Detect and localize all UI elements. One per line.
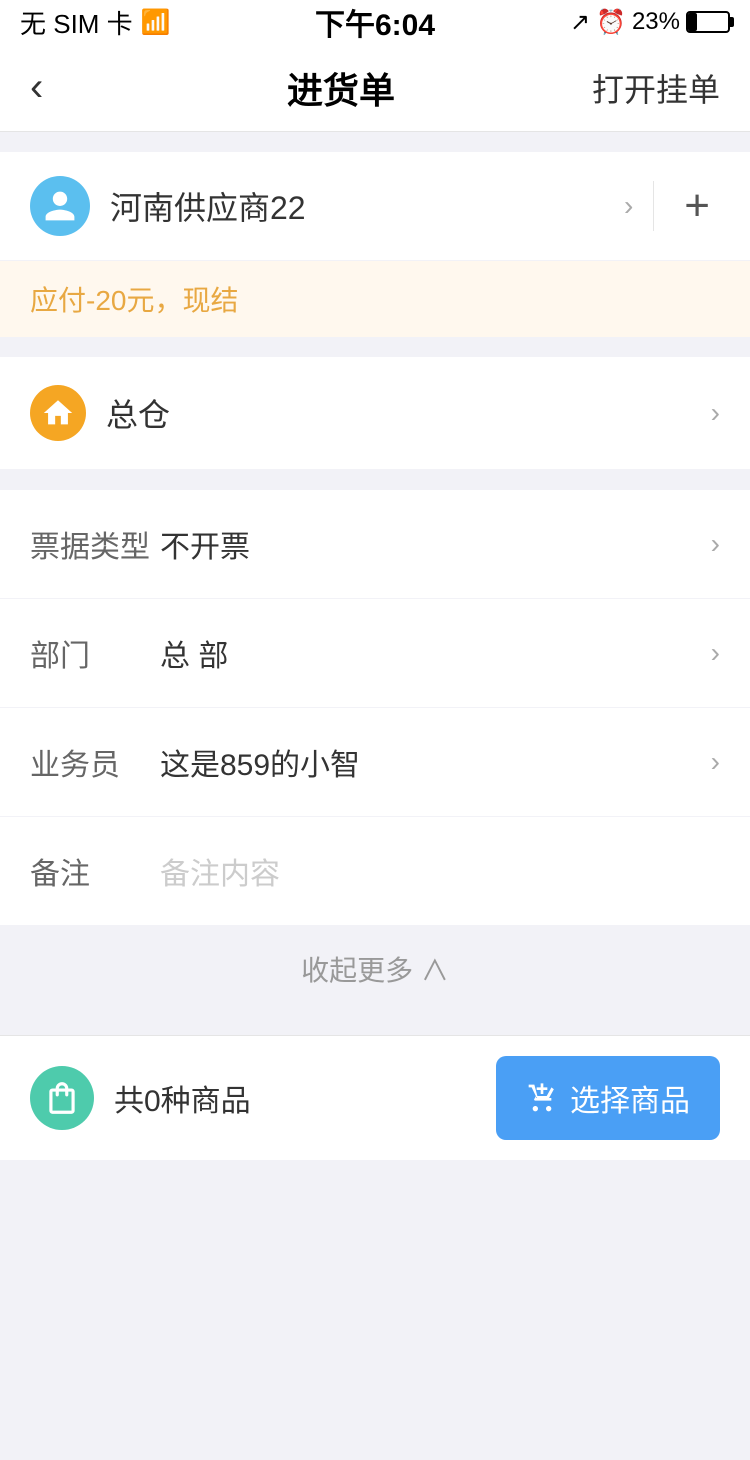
invoice-chevron-icon: › xyxy=(711,528,720,560)
status-time: 下午6:04 xyxy=(315,0,435,44)
divider xyxy=(653,181,654,231)
add-supplier-button[interactable]: + xyxy=(674,181,720,231)
notice-bar: 应付-20元，现结 xyxy=(0,261,750,337)
battery-icon xyxy=(686,11,730,33)
page-title: 进货单 xyxy=(287,62,395,114)
bottom-bar: 共0种商品 选择商品 xyxy=(0,1035,750,1160)
notice-text: 应付-20元，现结 xyxy=(30,285,238,316)
department-chevron-icon: › xyxy=(711,637,720,669)
warehouse-card: 总仓 › xyxy=(0,357,750,469)
add-cart-icon xyxy=(526,1082,558,1114)
invoice-label: 票据类型 xyxy=(30,522,160,566)
salesman-label: 业务员 xyxy=(30,740,160,784)
person-icon xyxy=(42,188,78,224)
open-pending-button[interactable]: 打开挂单 xyxy=(592,65,720,111)
supplier-card: 河南供应商22 › + 应付-20元，现结 xyxy=(0,152,750,337)
nav-bar: ‹ 进货单 打开挂单 xyxy=(0,44,750,132)
department-row[interactable]: 部门 总 部 › xyxy=(0,598,750,707)
warehouse-name: 总仓 xyxy=(106,390,701,436)
section-gap-1 xyxy=(0,132,750,152)
page-background xyxy=(0,1160,750,1460)
alarm-icon: ⏰ xyxy=(596,8,626,37)
invoice-row[interactable]: 票据类型 不开票 › xyxy=(0,489,750,598)
back-button[interactable]: ‹ xyxy=(30,65,90,110)
warehouse-avatar xyxy=(30,385,86,441)
salesman-value: 这是859的小智 xyxy=(160,740,701,784)
status-right: ↗ ⏰ 23% xyxy=(570,8,730,37)
supplier-row[interactable]: 河南供应商22 › + xyxy=(0,152,750,261)
select-product-button[interactable]: 选择商品 xyxy=(496,1056,720,1140)
wifi-icon: 📶 xyxy=(141,8,171,37)
section-gap-2 xyxy=(0,337,750,357)
section-gap-4 xyxy=(0,1013,750,1033)
salesman-row[interactable]: 业务员 这是859的小智 › xyxy=(0,707,750,816)
supplier-chevron-icon: › xyxy=(624,190,633,222)
warehouse-row[interactable]: 总仓 › xyxy=(0,357,750,469)
remark-row[interactable]: 备注 备注内容 xyxy=(0,816,750,925)
invoice-value: 不开票 xyxy=(160,522,701,566)
shopping-bag-icon xyxy=(43,1079,81,1117)
status-bar: 无 SIM 卡 📶 下午6:04 ↗ ⏰ 23% xyxy=(0,0,750,44)
remark-input[interactable]: 备注内容 xyxy=(160,849,720,893)
carrier-text: 无 SIM 卡 xyxy=(20,4,133,41)
remark-label: 备注 xyxy=(30,849,160,893)
product-count: 共0种商品 xyxy=(114,1076,496,1120)
warehouse-icon xyxy=(41,396,75,430)
collapse-row[interactable]: 收起更多 ∧ xyxy=(0,925,750,1013)
department-value: 总 部 xyxy=(160,631,701,675)
warehouse-chevron-icon: › xyxy=(711,397,720,429)
select-product-label: 选择商品 xyxy=(570,1076,690,1120)
location-icon: ↗ xyxy=(570,8,590,37)
supplier-name: 河南供应商22 xyxy=(110,183,614,229)
salesman-chevron-icon: › xyxy=(711,746,720,778)
section-gap-3 xyxy=(0,469,750,489)
status-carrier: 无 SIM 卡 📶 xyxy=(20,4,171,41)
battery-percent: 23% xyxy=(632,8,680,36)
supplier-avatar xyxy=(30,176,90,236)
product-icon xyxy=(30,1066,94,1130)
info-card: 票据类型 不开票 › 部门 总 部 › 业务员 这是859的小智 › 备注 备注… xyxy=(0,489,750,925)
collapse-label: 收起更多 ∧ xyxy=(301,949,449,989)
department-label: 部门 xyxy=(30,631,160,675)
